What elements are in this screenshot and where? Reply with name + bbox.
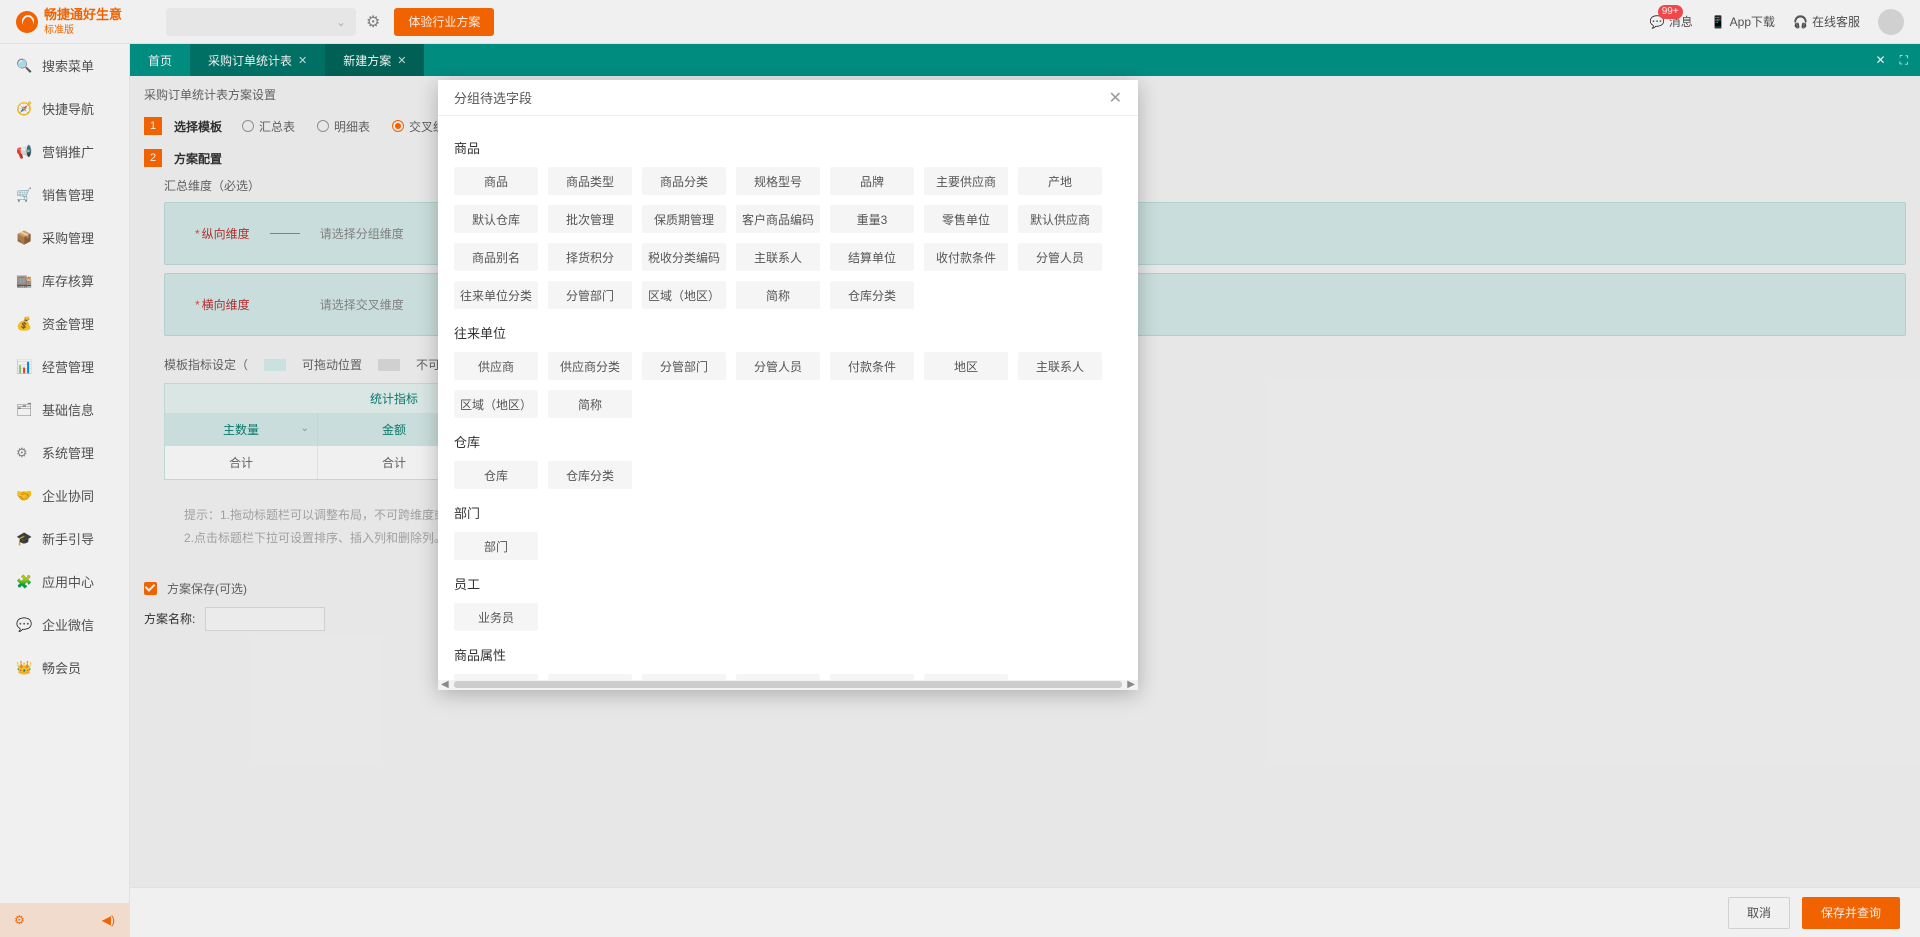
scroll-right-icon: ▶ xyxy=(1127,679,1135,690)
field-group-title: 员工 xyxy=(454,574,1122,593)
field-chip[interactable]: 商品 xyxy=(454,167,538,195)
field-group: 仓库仓库分类 xyxy=(454,461,1122,489)
modal-horizontal-scrollbar[interactable]: ◀ ▶ xyxy=(438,680,1138,690)
modal-title: 分组待选字段 xyxy=(454,88,532,107)
field-chip[interactable]: 默认仓库 xyxy=(454,205,538,233)
field-selector-modal: 分组待选字段 ✕ 商品商品商品类型商品分类规格型号品牌主要供应商产地默认仓库批次… xyxy=(438,80,1138,690)
field-group-title: 商品 xyxy=(454,138,1122,157)
field-chip[interactable]: 简称 xyxy=(548,390,632,418)
field-chip[interactable]: 商品类型 xyxy=(548,167,632,195)
field-chip[interactable]: 重量3 xyxy=(830,205,914,233)
field-chip[interactable]: 仓库 xyxy=(454,461,538,489)
field-chip[interactable]: 分管人员 xyxy=(736,352,820,380)
field-group: 商品商品类型商品分类规格型号品牌主要供应商产地默认仓库批次管理保质期管理客户商品… xyxy=(454,167,1122,309)
field-chip[interactable]: 业务员 xyxy=(454,603,538,631)
field-chip[interactable]: 默认供应商 xyxy=(1018,205,1102,233)
field-chip[interactable]: 收付款条件 xyxy=(924,243,1008,271)
field-chip[interactable]: 主要供应商 xyxy=(924,167,1008,195)
field-chip[interactable]: 产地 xyxy=(1018,167,1102,195)
field-chip[interactable]: 税收分类编码 xyxy=(642,243,726,271)
field-chip[interactable]: 往来单位分类 xyxy=(454,281,538,309)
field-chip[interactable]: 仓库分类 xyxy=(830,281,914,309)
field-chip[interactable]: 地区 xyxy=(924,352,1008,380)
scroll-left-icon: ◀ xyxy=(441,679,449,690)
modal-body: 商品商品商品类型商品分类规格型号品牌主要供应商产地默认仓库批次管理保质期管理客户… xyxy=(438,116,1138,680)
field-chip[interactable]: 品牌 xyxy=(830,167,914,195)
field-group: 业务员 xyxy=(454,603,1122,631)
field-chip[interactable]: 付款条件 xyxy=(830,352,914,380)
field-chip[interactable]: 分管人员 xyxy=(1018,243,1102,271)
field-chip[interactable]: 零售单位 xyxy=(924,205,1008,233)
field-chip[interactable]: 批次管理 xyxy=(548,205,632,233)
field-chip[interactable]: 供应商 xyxy=(454,352,538,380)
close-icon[interactable]: ✕ xyxy=(1109,88,1122,108)
field-chip[interactable]: 区域（地区） xyxy=(454,390,538,418)
field-group-title: 商品属性 xyxy=(454,645,1122,664)
field-group: 供应商供应商分类分管部门分管人员付款条件地区主联系人区域（地区） 简称 xyxy=(454,352,1122,418)
field-chip[interactable]: 主联系人 xyxy=(736,243,820,271)
field-chip[interactable]: 供应商分类 xyxy=(548,352,632,380)
modal-header: 分组待选字段 ✕ xyxy=(438,80,1138,116)
field-group-title: 往来单位 xyxy=(454,323,1122,342)
field-chip[interactable]: 结算单位 xyxy=(830,243,914,271)
field-chip[interactable]: 商品分类 xyxy=(642,167,726,195)
field-group-title: 仓库 xyxy=(454,432,1122,451)
field-chip[interactable]: 主联系人 xyxy=(1018,352,1102,380)
field-chip[interactable]: 择货积分 xyxy=(548,243,632,271)
field-group: 部门 xyxy=(454,532,1122,560)
field-chip[interactable]: 商品别名 xyxy=(454,243,538,271)
field-chip[interactable]: 分管部门 xyxy=(548,281,632,309)
field-chip[interactable]: 客户商品编码 xyxy=(736,205,820,233)
field-group-title: 部门 xyxy=(454,503,1122,522)
field-chip[interactable]: 部门 xyxy=(454,532,538,560)
field-chip[interactable]: 规格型号 xyxy=(736,167,820,195)
field-chip[interactable]: 简称 xyxy=(736,281,820,309)
field-chip[interactable]: 分管部门 xyxy=(642,352,726,380)
field-chip[interactable]: 仓库分类 xyxy=(548,461,632,489)
field-chip[interactable]: 区域（地区） xyxy=(642,281,726,309)
field-chip[interactable]: 保质期管理 xyxy=(642,205,726,233)
